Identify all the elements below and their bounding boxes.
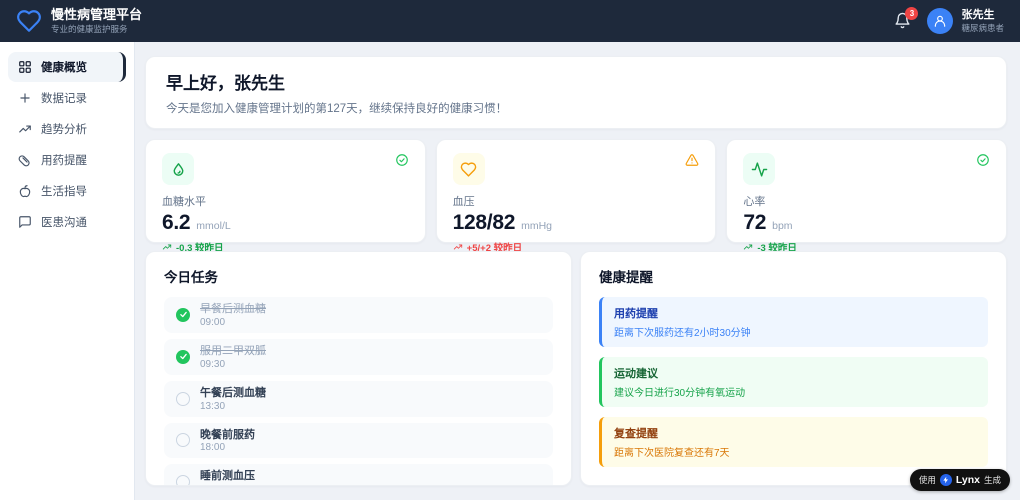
tasks-panel-title: 今日任务	[164, 270, 218, 285]
reminders-panel-title: 健康提醒	[599, 270, 653, 285]
task-done-checkbox[interactable]	[176, 349, 190, 364]
metric-unit: mmHg	[521, 220, 553, 232]
app-header: 慢性病管理平台 专业的健康监护服务 3 张先生 糖尿病患者	[0, 0, 1020, 42]
metric-value: 72	[743, 211, 767, 234]
metric-label: 心率	[743, 196, 766, 208]
check-circle-icon	[395, 153, 409, 167]
task-row[interactable]: 晚餐前服药 18:00	[164, 422, 553, 459]
task-title: 午餐后测血糖	[200, 386, 266, 399]
sidebar-item-label: 生活指导	[41, 186, 87, 198]
sidebar-item-生活指导[interactable]: 生活指导	[8, 176, 126, 206]
chat-icon	[18, 215, 32, 229]
reminder-title: 用药提醒	[614, 308, 658, 320]
reminder-desc: 距离下次医院复查还有7天	[614, 448, 730, 459]
bottom-panels: 今日任务 早餐后测血糖 09:00 服用二甲双胍 09:30 午餐后测血糖 13:30 晚餐…	[145, 251, 1007, 486]
metric-unit: bpm	[772, 220, 793, 232]
user-menu[interactable]: 张先生 糖尿病患者	[927, 7, 1004, 34]
metric-value: 6.2	[162, 211, 191, 234]
task-time: 22:00	[200, 484, 255, 485]
plus-icon	[18, 91, 32, 105]
apple-icon	[18, 184, 32, 198]
trend-icon	[18, 122, 32, 136]
metric-card-心率: 心率 72 bpm -3 较昨日	[726, 139, 1008, 254]
sidebar-item-医患沟通[interactable]: 医患沟通	[8, 207, 126, 237]
lynx-badge-suffix: 生成	[983, 475, 1001, 485]
sidebar-item-label: 医患沟通	[41, 217, 87, 229]
task-row[interactable]: 午餐后测血糖 13:30	[164, 380, 553, 417]
app-subtitle: 专业的健康监护服务	[51, 24, 128, 35]
task-todo-checkbox[interactable]	[176, 391, 190, 406]
task-time: 09:30	[200, 358, 226, 370]
metric-unit: mmol/L	[196, 220, 231, 232]
notifications-button[interactable]: 3	[894, 7, 919, 29]
reminder-warning: 复查提醒距离下次医院复查还有7天	[599, 417, 988, 467]
brand: 慢性病管理平台 专业的健康监护服务	[16, 7, 142, 35]
reminder-title: 复查提醒	[614, 428, 658, 440]
lynx-badge-prefix: 使用	[918, 475, 936, 485]
metric-card-血糖水平: 血糖水平 6.2 mmol/L -0.3 较昨日	[145, 139, 426, 254]
greeting-title: 早上好，张先生	[166, 74, 285, 93]
lynx-badge[interactable]: 使用 Lynx 生成	[909, 469, 1010, 491]
sidebar: 健康概览数据记录趋势分析用药提醒生活指导医患沟通	[0, 42, 135, 500]
sidebar-item-label: 趋势分析	[41, 124, 87, 136]
task-time: 09:00	[200, 316, 226, 328]
reminder-success: 运动建议建议今日进行30分钟有氧运动	[599, 357, 988, 407]
user-role: 糖尿病患者	[961, 23, 1004, 34]
task-title: 睡前测血压	[200, 470, 255, 483]
task-title: 早餐后测血糖	[200, 303, 266, 315]
main-content: 早上好，张先生 今天是您加入健康管理计划的第127天，继续保持良好的健康习惯！ …	[135, 42, 1020, 500]
lynx-badge-brand: Lynx	[955, 474, 980, 486]
dashboard-icon	[18, 60, 32, 74]
task-row[interactable]: 睡前测血压22:00	[164, 464, 553, 485]
task-row[interactable]: 早餐后测血糖 09:00	[164, 297, 553, 333]
heart-icon	[452, 153, 485, 185]
reminder-title: 运动建议	[614, 368, 658, 380]
user-name: 张先生	[961, 8, 995, 21]
task-todo-checkbox[interactable]	[176, 475, 190, 485]
task-todo-checkbox[interactable]	[176, 433, 190, 448]
greeting-card: 早上好，张先生 今天是您加入健康管理计划的第127天，继续保持良好的健康习惯！	[145, 56, 1007, 129]
reminder-desc: 建议今日进行30分钟有氧运动	[614, 388, 746, 399]
warning-icon	[685, 153, 699, 167]
metric-card-血压: 血压 128/82 mmHg +5/+2 较昨日	[435, 139, 717, 254]
heart-logo-icon	[16, 8, 42, 34]
task-time: 13:30	[200, 400, 226, 412]
reminder-info: 用药提醒距离下次服药还有2小时30分钟	[599, 297, 988, 347]
sidebar-item-label: 健康概览	[41, 62, 87, 74]
task-time: 18:00	[200, 442, 226, 454]
sidebar-item-健康概览[interactable]: 健康概览	[8, 52, 126, 82]
task-title: 服用二甲双胍	[200, 344, 266, 357]
user-icon	[933, 14, 947, 28]
tasks-panel: 今日任务 早餐后测血糖 09:00 服用二甲双胍 09:30 午餐后测血糖 13:30 晚餐…	[145, 251, 572, 486]
sidebar-item-用药提醒[interactable]: 用药提醒	[8, 145, 126, 175]
avatar	[927, 7, 954, 34]
metrics-row: 血糖水平 6.2 mmol/L -0.3 较昨日 血压 128/82 mmHg +5/+2 较…	[145, 139, 1008, 254]
reminder-list: 用药提醒 距离下次服药还有2小时30分钟 运动建议 建议今日进行30分钟有氧运动 复查提…	[599, 297, 988, 467]
metric-value: 128/82	[452, 211, 516, 234]
sidebar-item-趋势分析[interactable]: 趋势分析	[8, 114, 126, 144]
greeting-subtitle: 今天是您加入健康管理计划的第127天，继续保持良好的健康习惯！	[166, 103, 508, 115]
pulse-icon	[743, 153, 776, 185]
reminders-panel: 健康提醒 用药提醒距离下次服药还有2小时30分钟 运动建议建议今日进行30分钟有氧…	[580, 251, 1007, 486]
metric-label: 血糖水平	[162, 196, 206, 208]
task-list: 早餐后测血糖 09:00 服用二甲双胍 09:30 午餐后测血糖 13:30 晚餐前服药 18…	[164, 297, 553, 485]
pill-icon	[18, 153, 32, 167]
sidebar-item-label: 数据记录	[41, 93, 87, 105]
sidebar-item-label: 用药提醒	[41, 155, 87, 167]
sidebar-item-数据记录[interactable]: 数据记录	[8, 83, 126, 113]
check-circle-icon	[976, 153, 990, 167]
lynx-logo-icon	[939, 474, 952, 486]
notification-badge: 3	[905, 7, 919, 21]
app-title: 慢性病管理平台	[51, 6, 143, 22]
task-title: 晚餐前服药	[200, 428, 255, 441]
droplet-icon	[162, 153, 194, 185]
reminder-desc: 距离下次服药还有2小时30分钟	[614, 328, 751, 339]
metric-label: 血压	[452, 196, 475, 208]
task-done-checkbox[interactable]	[176, 307, 190, 322]
task-row[interactable]: 服用二甲双胍 09:30	[164, 338, 553, 375]
